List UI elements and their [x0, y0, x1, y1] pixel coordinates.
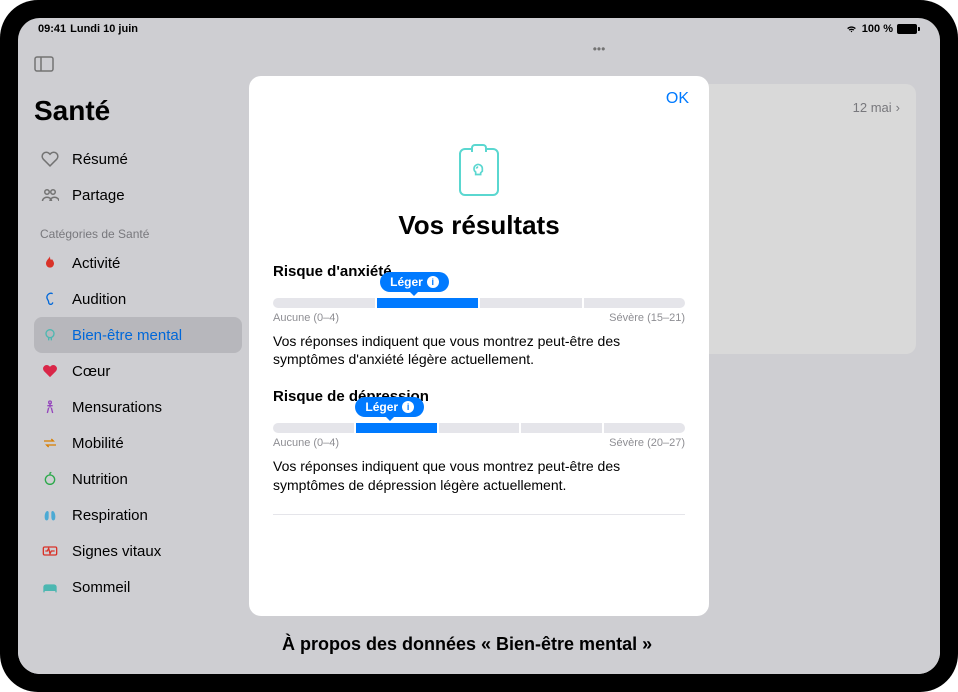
depression-section: Risque de dépression Léger i [273, 388, 685, 493]
gauge-min-label: Aucune (0–4) [273, 437, 339, 449]
gauge-segment [584, 298, 686, 308]
anxiety-description: Vos réponses indiquent que vous montrez … [273, 332, 685, 368]
depression-level-pill[interactable]: Léger i [355, 397, 424, 417]
divider [273, 514, 685, 515]
info-icon: i [427, 276, 439, 288]
clipboard-brain-icon [273, 148, 685, 196]
results-modal: OK Vos résultats Risque d'anxiété [249, 76, 709, 616]
depression-description: Vos réponses indiquent que vous montrez … [273, 457, 685, 493]
anxiety-section: Risque d'anxiété Léger i [273, 263, 685, 368]
anxiety-level-pill[interactable]: Léger i [380, 272, 449, 292]
gauge-segment [521, 423, 602, 433]
screen: 09:41 Lundi 10 juin 100 % Santé [18, 18, 940, 674]
device-frame: 09:41 Lundi 10 juin 100 % Santé [0, 0, 958, 692]
gauge-max-label: Sévère (20–27) [609, 437, 685, 449]
depression-gauge: Léger i Aucune (0–4) Sévère (20 [273, 423, 685, 449]
ok-button[interactable]: OK [666, 90, 689, 108]
anxiety-title: Risque d'anxiété [273, 263, 685, 280]
gauge-segment-active [356, 423, 437, 433]
modal-overlay: OK Vos résultats Risque d'anxiété [18, 18, 940, 674]
modal-title: Vos résultats [273, 210, 685, 241]
gauge-segment [439, 423, 520, 433]
depression-title: Risque de dépression [273, 388, 685, 405]
gauge-segment-active [377, 298, 479, 308]
info-icon: i [402, 401, 414, 413]
gauge-segment [273, 423, 354, 433]
gauge-max-label: Sévère (15–21) [609, 312, 685, 324]
gauge-min-label: Aucune (0–4) [273, 312, 339, 324]
gauge-segment [480, 298, 582, 308]
gauge-segment [604, 423, 685, 433]
gauge-segment [273, 298, 375, 308]
anxiety-gauge: Léger i Aucune (0–4) Sévère (15–21) [273, 298, 685, 324]
